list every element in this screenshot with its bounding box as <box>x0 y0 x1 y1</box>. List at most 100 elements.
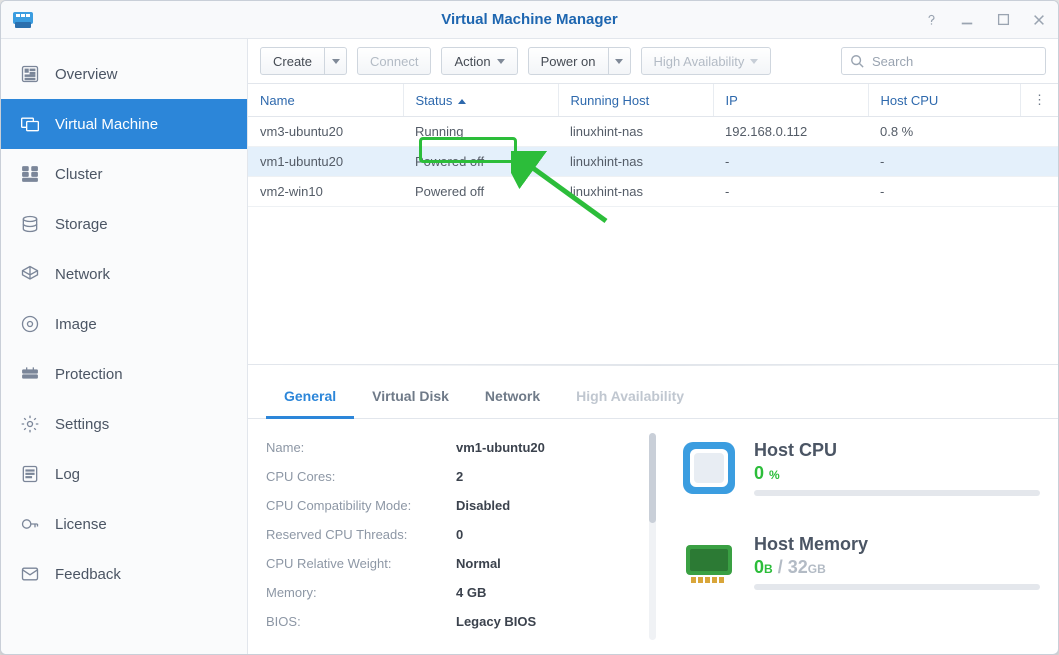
table-row[interactable]: vm2-win10 Powered off linuxhint-nas - - <box>248 177 1058 207</box>
sidebar-item-label: Virtual Machine <box>55 116 158 133</box>
metric-title: Host CPU <box>754 440 1040 461</box>
table-row[interactable]: vm1-ubuntu20 Powered off linuxhint-nas -… <box>248 147 1058 177</box>
tab-general[interactable]: General <box>266 376 354 419</box>
poweron-dropdown[interactable] <box>609 47 631 75</box>
metric-value: 0 <box>754 557 764 577</box>
close-button[interactable] <box>1030 11 1048 29</box>
create-dropdown[interactable] <box>325 47 347 75</box>
spec-label: Name: <box>266 440 456 455</box>
storage-icon <box>19 213 41 235</box>
window-controls <box>922 11 1048 29</box>
window-title: Virtual Machine Manager <box>441 11 617 28</box>
cell-cpu: 0.8 % <box>868 117 1058 147</box>
cell-cpu: - <box>868 177 1058 207</box>
main-panel: Create Connect Action Power on High Avai… <box>248 39 1058 654</box>
sidebar-item-label: Protection <box>55 366 123 383</box>
col-running-host[interactable]: Running Host <box>558 84 713 117</box>
spec-value: 2 <box>456 469 463 484</box>
cell-ip: 192.168.0.112 <box>713 117 868 147</box>
maximize-button[interactable] <box>994 11 1012 29</box>
spec-value: Legacy BIOS <box>456 614 536 629</box>
action-button[interactable]: Action <box>441 47 517 75</box>
col-ip[interactable]: IP <box>713 84 868 117</box>
cell-host: linuxhint-nas <box>558 117 713 147</box>
metric-title: Host Memory <box>754 534 1040 555</box>
sidebar-item-license[interactable]: License <box>1 499 247 549</box>
cluster-icon <box>19 163 41 185</box>
help-button[interactable] <box>922 11 940 29</box>
sidebar-item-overview[interactable]: Overview <box>1 49 247 99</box>
table-row[interactable]: vm3-ubuntu20 Running linuxhint-nas 192.1… <box>248 117 1058 147</box>
cell-status: Running <box>403 117 558 147</box>
spec-value: vm1-ubuntu20 <box>456 440 545 455</box>
high-availability-button[interactable]: High Availability <box>641 47 772 75</box>
spec-list: Name:vm1-ubuntu20 CPU Cores:2 CPU Compat… <box>266 433 625 640</box>
search-icon <box>850 54 864 68</box>
cpu-icon <box>680 439 738 497</box>
sidebar-item-settings[interactable]: Settings <box>1 399 247 449</box>
metric-unit: % <box>769 468 780 482</box>
metric-total-unit: GB <box>808 562 826 576</box>
minimize-button[interactable] <box>958 11 976 29</box>
cell-name: vm3-ubuntu20 <box>248 117 403 147</box>
detail-scrollbar[interactable] <box>649 433 656 640</box>
metric-value: 0 <box>754 463 764 483</box>
col-host-cpu[interactable]: Host CPU <box>868 84 1021 117</box>
tab-network[interactable]: Network <box>467 376 558 419</box>
metric-unit: B <box>764 562 773 576</box>
tab-virtual-disk[interactable]: Virtual Disk <box>354 376 467 419</box>
feedback-icon <box>19 563 41 585</box>
sidebar-item-label: Cluster <box>55 166 103 183</box>
detail-tabs: General Virtual Disk Network High Availa… <box>248 376 1058 419</box>
settings-icon <box>19 413 41 435</box>
sidebar-item-label: Settings <box>55 416 109 433</box>
app-icon <box>11 8 35 32</box>
search-input[interactable] <box>870 53 1050 70</box>
col-status[interactable]: Status <box>403 84 558 117</box>
cell-ip: - <box>713 147 868 177</box>
license-icon <box>19 513 41 535</box>
toolbar: Create Connect Action Power on High Avai… <box>248 39 1058 84</box>
poweron-split-button: Power on <box>528 47 631 75</box>
sidebar-item-label: Storage <box>55 216 108 233</box>
connect-button[interactable]: Connect <box>357 47 431 75</box>
sidebar-item-cluster[interactable]: Cluster <box>1 149 247 199</box>
col-menu[interactable]: ⋮ <box>1021 84 1059 117</box>
create-split-button: Create <box>260 47 347 75</box>
sidebar-item-storage[interactable]: Storage <box>1 199 247 249</box>
tab-high-availability[interactable]: High Availability <box>558 376 702 419</box>
sidebar-item-virtual-machine[interactable]: Virtual Machine <box>1 99 247 149</box>
action-label: Action <box>454 54 490 69</box>
cell-status: Powered off <box>403 147 558 177</box>
spec-value: Disabled <box>456 498 510 513</box>
vm-icon <box>19 113 41 135</box>
metric-cpu: Host CPU 0 % <box>680 439 1040 497</box>
spec-value: 0 <box>456 527 463 542</box>
ha-label: High Availability <box>654 54 745 69</box>
sidebar-item-label: Network <box>55 266 110 283</box>
network-icon <box>19 263 41 285</box>
log-icon <box>19 463 41 485</box>
col-name[interactable]: Name <box>248 84 403 117</box>
poweron-button[interactable]: Power on <box>528 47 609 75</box>
spec-value: 4 GB <box>456 585 486 600</box>
sidebar-item-log[interactable]: Log <box>1 449 247 499</box>
sidebar-item-label: Image <box>55 316 97 333</box>
spec-label: CPU Relative Weight: <box>266 556 456 571</box>
window: Virtual Machine Manager Overview Virtual… <box>0 0 1059 655</box>
spec-label: Reserved CPU Threads: <box>266 527 456 542</box>
spec-label: CPU Cores: <box>266 469 456 484</box>
create-button[interactable]: Create <box>260 47 325 75</box>
sidebar-item-network[interactable]: Network <box>1 249 247 299</box>
spec-label: CPU Compatibility Mode: <box>266 498 456 513</box>
cell-status: Powered off <box>403 177 558 207</box>
cell-host: linuxhint-nas <box>558 177 713 207</box>
sidebar-item-protection[interactable]: Protection <box>1 349 247 399</box>
memory-icon <box>680 533 738 591</box>
metric-total-value: 32 <box>788 557 808 577</box>
titlebar: Virtual Machine Manager <box>1 1 1058 39</box>
search-box <box>841 47 1046 75</box>
sidebar-item-feedback[interactable]: Feedback <box>1 549 247 599</box>
metric-memory: Host Memory 0B / 32GB <box>680 533 1040 591</box>
sidebar-item-image[interactable]: Image <box>1 299 247 349</box>
